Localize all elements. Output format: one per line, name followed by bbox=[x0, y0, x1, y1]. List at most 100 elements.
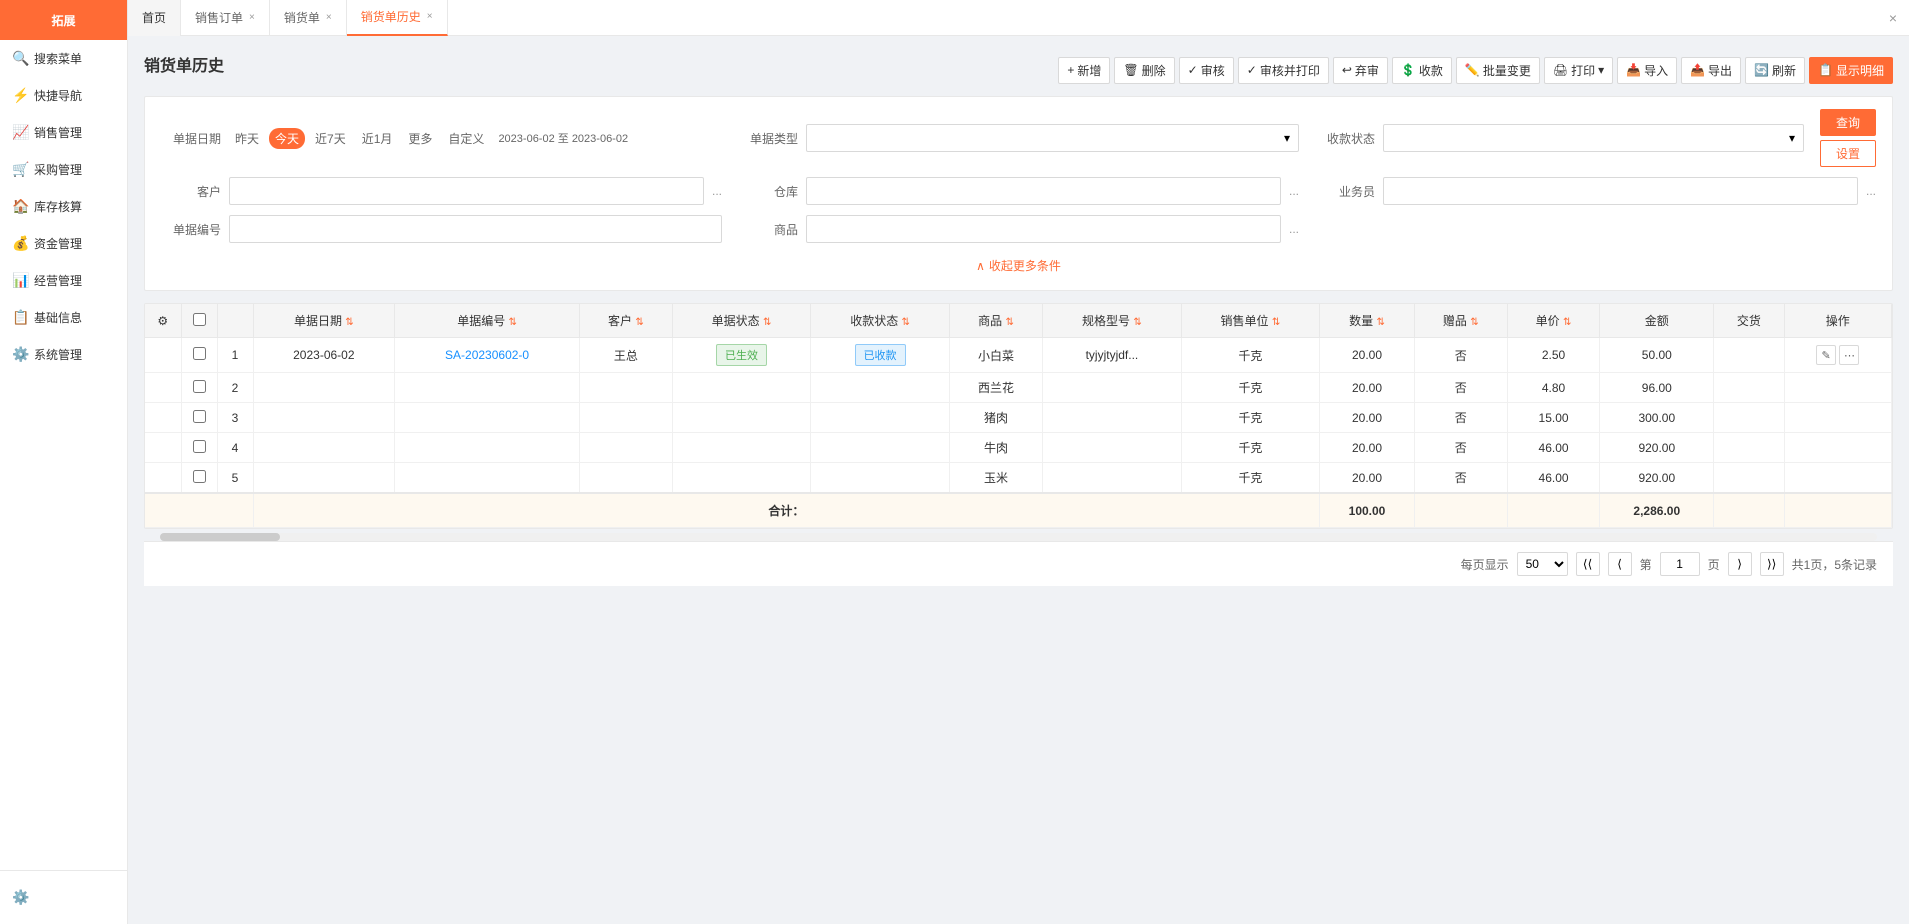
col-settings[interactable]: ⚙ bbox=[145, 304, 181, 338]
more-action-button[interactable]: ⋯ bbox=[1839, 345, 1859, 365]
batch-change-button[interactable]: ✏️ 批量变更 bbox=[1456, 57, 1540, 84]
sidebar-item-sales-mgmt[interactable]: 📈 销售管理 bbox=[0, 114, 127, 151]
inventory-icon: 🏠 bbox=[12, 198, 28, 215]
col-spec[interactable]: 规格型号 ⇅ bbox=[1043, 304, 1182, 338]
select-all-checkbox[interactable] bbox=[193, 313, 206, 326]
show-detail-button[interactable]: 📋 显示明细 bbox=[1809, 57, 1893, 84]
row-checkbox[interactable] bbox=[193, 440, 206, 453]
tab-bar-close-all[interactable]: × bbox=[1877, 10, 1909, 26]
date-btn-yesterday[interactable]: 昨天 bbox=[229, 128, 265, 149]
date-btn-today[interactable]: 今天 bbox=[269, 128, 305, 149]
tab-home[interactable]: 首页 bbox=[128, 0, 181, 36]
sidebar-item-label: 销售管理 bbox=[34, 124, 82, 141]
sidebar-bottom-settings[interactable]: ⚙️ bbox=[0, 879, 127, 916]
cell-checkbox bbox=[181, 433, 217, 463]
cell-customer bbox=[579, 463, 672, 494]
print-label: 打印 bbox=[1571, 62, 1595, 79]
salesperson-input[interactable] bbox=[1383, 177, 1858, 205]
filter-row-1: 单据日期 昨天 今天 近7天 近1月 更多 自定义 2023-06-02 至 2… bbox=[161, 109, 1876, 167]
per-page-select[interactable]: 50 100 200 bbox=[1517, 552, 1568, 576]
col-sales-unit[interactable]: 销售单位 ⇅ bbox=[1181, 304, 1320, 338]
filter-doc-number: 单据编号 bbox=[161, 215, 722, 243]
page-input[interactable] bbox=[1660, 552, 1700, 576]
sidebar-item-label: 经营管理 bbox=[34, 272, 82, 289]
abandon-button[interactable]: ↩ 弃审 bbox=[1333, 57, 1388, 84]
row-checkbox[interactable] bbox=[193, 347, 206, 360]
sidebar-item-system-mgmt[interactable]: ⚙️ 系统管理 bbox=[0, 336, 127, 373]
col-transaction-label: 交货 bbox=[1737, 314, 1761, 328]
cell-settings bbox=[145, 338, 181, 373]
col-collect-status[interactable]: 收款状态 ⇅ bbox=[811, 304, 950, 338]
add-button[interactable]: + 新增 bbox=[1058, 57, 1110, 84]
cell-doc-number: SA-20230602-0 bbox=[395, 338, 580, 373]
operation-icon: 📊 bbox=[12, 272, 28, 289]
cell-action bbox=[1784, 403, 1891, 433]
date-btn-more[interactable]: 更多 bbox=[402, 128, 438, 149]
warehouse-input[interactable] bbox=[806, 177, 1281, 205]
doc-number-input[interactable] bbox=[229, 215, 722, 243]
cell-transaction bbox=[1714, 373, 1784, 403]
customer-more-icon[interactable]: ... bbox=[712, 184, 722, 198]
horizontal-scrollbar[interactable] bbox=[160, 533, 1877, 541]
filter-warehouse: 仓库 ... bbox=[738, 177, 1299, 205]
col-doc-number[interactable]: 单据编号 ⇅ bbox=[395, 304, 580, 338]
col-quantity[interactable]: 数量 ⇅ bbox=[1320, 304, 1415, 338]
sidebar-item-inventory[interactable]: 🏠 库存核算 bbox=[0, 188, 127, 225]
tab-sales-history-close[interactable]: × bbox=[427, 11, 433, 22]
col-doc-date[interactable]: 单据日期 ⇅ bbox=[253, 304, 395, 338]
goods-more-icon[interactable]: ... bbox=[1289, 222, 1299, 236]
col-gift[interactable]: 赠品 ⇅ bbox=[1414, 304, 1507, 338]
sidebar-item-finance-mgmt[interactable]: 💰 资金管理 bbox=[0, 225, 127, 262]
scrollbar-thumb[interactable] bbox=[160, 533, 280, 541]
cell-doc-number bbox=[395, 403, 580, 433]
sidebar-item-operation-mgmt[interactable]: 📊 经营管理 bbox=[0, 262, 127, 299]
delete-button[interactable]: 🗑 删除 bbox=[1114, 57, 1174, 84]
sidebar-item-basic-info[interactable]: 📋 基础信息 bbox=[0, 299, 127, 336]
review-print-button[interactable]: ✓ 审核并打印 bbox=[1238, 57, 1329, 84]
customer-input[interactable] bbox=[229, 177, 704, 205]
sidebar-item-search-menu[interactable]: 🔍 搜索菜单 bbox=[0, 40, 127, 77]
import-button[interactable]: 📥 导入 bbox=[1617, 57, 1677, 84]
warehouse-more-icon[interactable]: ... bbox=[1289, 184, 1299, 198]
tab-sales-goods[interactable]: 销货单 × bbox=[270, 0, 347, 36]
doc-number-link[interactable]: SA-20230602-0 bbox=[445, 348, 529, 362]
last-page-button[interactable]: ⟩⟩ bbox=[1760, 552, 1784, 576]
settings-button[interactable]: 设置 bbox=[1820, 140, 1876, 167]
sort-doc-status-icon: ⇅ bbox=[763, 317, 771, 328]
doc-type-select[interactable]: ▾ bbox=[806, 124, 1299, 152]
tab-sales-order[interactable]: 销售订单 × bbox=[181, 0, 270, 36]
col-customer[interactable]: 客户 ⇅ bbox=[579, 304, 672, 338]
tab-sales-order-close[interactable]: × bbox=[249, 12, 255, 23]
collect-status-select[interactable]: ▾ bbox=[1383, 124, 1804, 152]
refresh-button[interactable]: 🔄 刷新 bbox=[1745, 57, 1805, 84]
review-button[interactable]: ✓ 审核 bbox=[1179, 57, 1234, 84]
summary-spacer2 bbox=[1507, 493, 1600, 528]
goods-input[interactable] bbox=[806, 215, 1281, 243]
date-btn-custom[interactable]: 自定义 bbox=[442, 128, 490, 149]
cell-doc-status bbox=[672, 403, 811, 433]
col-doc-status[interactable]: 单据状态 ⇅ bbox=[672, 304, 811, 338]
row-checkbox[interactable] bbox=[193, 380, 206, 393]
tab-sales-history[interactable]: 销货单历史 × bbox=[347, 0, 448, 36]
edit-action-button[interactable]: ✎ bbox=[1816, 345, 1836, 365]
tab-sales-goods-close[interactable]: × bbox=[326, 12, 332, 23]
print-button[interactable]: 🖨 打印 ▾ bbox=[1544, 57, 1613, 84]
export-button[interactable]: 📤 导出 bbox=[1681, 57, 1741, 84]
date-btn-last7days[interactable]: 近7天 bbox=[309, 128, 352, 149]
cell-doc-date bbox=[253, 403, 395, 433]
collapse-button[interactable]: ∧ 收起更多条件 bbox=[972, 253, 1065, 278]
prev-page-button[interactable]: ⟨ bbox=[1608, 552, 1632, 576]
sidebar-item-quick-nav[interactable]: ⚡ 快捷导航 bbox=[0, 77, 127, 114]
next-page-button[interactable]: ⟩ bbox=[1728, 552, 1752, 576]
query-button[interactable]: 查询 bbox=[1820, 109, 1876, 136]
row-checkbox[interactable] bbox=[193, 470, 206, 483]
sidebar-item-purchase-mgmt[interactable]: 🛒 采购管理 bbox=[0, 151, 127, 188]
date-btn-last1month[interactable]: 近1月 bbox=[356, 128, 399, 149]
summary-label bbox=[145, 493, 253, 528]
collect-button[interactable]: 💲 收款 bbox=[1392, 57, 1452, 84]
row-checkbox[interactable] bbox=[193, 410, 206, 423]
col-goods[interactable]: 商品 ⇅ bbox=[949, 304, 1042, 338]
salesperson-more-icon[interactable]: ... bbox=[1866, 184, 1876, 198]
first-page-button[interactable]: ⟨⟨ bbox=[1576, 552, 1600, 576]
col-unit-price[interactable]: 单价 ⇅ bbox=[1507, 304, 1600, 338]
